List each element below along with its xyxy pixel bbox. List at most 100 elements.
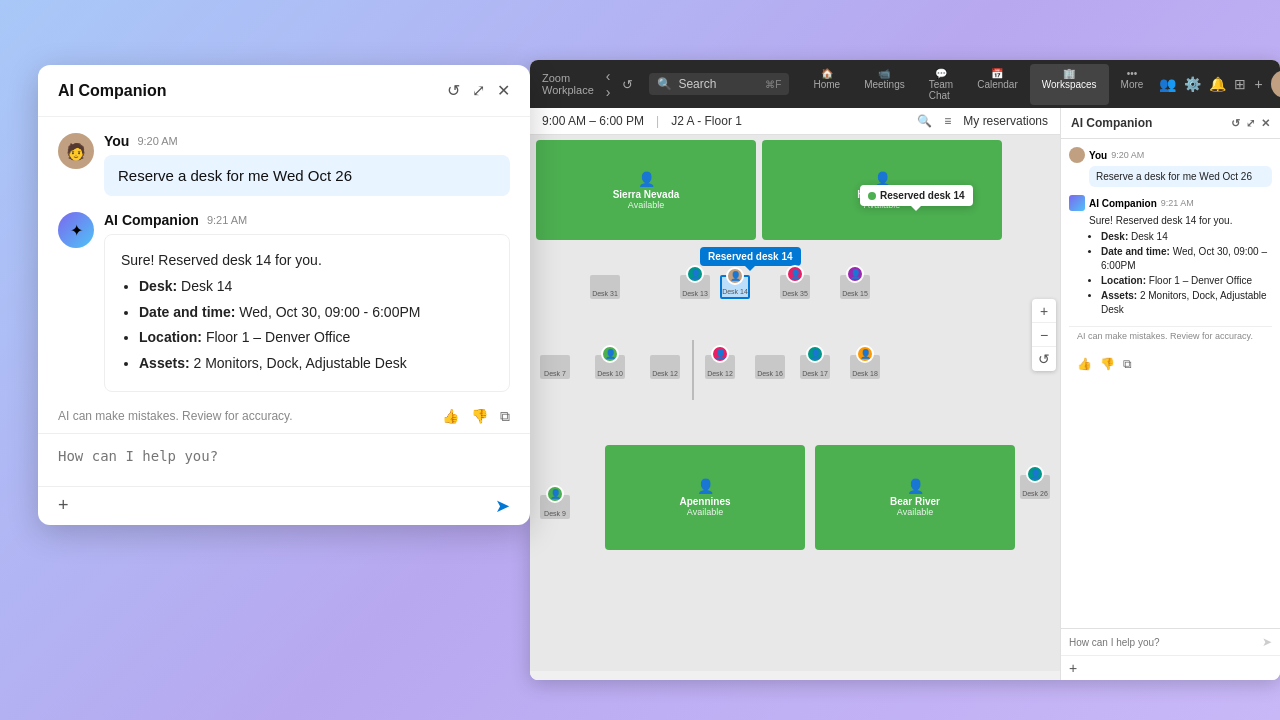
ai-message-row: ✦ AI Companion 9:21 AM Sure! Reserved de… — [58, 212, 510, 392]
desk-row-middle: Desk 7 👤 Desk 10 Desk 12 👤 — [530, 340, 1060, 410]
thumbup-icon[interactable]: 👍 — [442, 408, 459, 425]
user-avatar[interactable] — [1271, 70, 1280, 98]
desk-17[interactable]: 👤 Desk 17 — [800, 355, 830, 379]
user-sender-label: You — [104, 133, 129, 149]
ai-input-area — [38, 433, 530, 486]
mini-footer: + — [1061, 655, 1280, 680]
desk-col-left: 👤 Desk 9 — [530, 445, 600, 565]
send-icon-mini[interactable]: ➤ — [1262, 635, 1272, 649]
desk-16[interactable]: Desk 16 — [755, 355, 785, 379]
settings-icon[interactable]: ⚙️ — [1184, 76, 1201, 92]
detail-date: Date and time: Wed, Oct 30, 09:00 - 6:00… — [139, 301, 493, 323]
nav-meetings[interactable]: 📹 Meetings — [852, 64, 917, 105]
desk-18[interactable]: 👤 Desk 18 — [850, 355, 880, 379]
my-reservations-btn[interactable]: My reservations — [963, 114, 1048, 128]
send-button[interactable]: ➤ — [495, 495, 510, 517]
ai-avatar: ✦ — [58, 212, 94, 248]
expand-icon[interactable]: ⤢ — [472, 81, 485, 100]
desk-26[interactable]: 👤 Desk 26 — [1020, 475, 1050, 499]
desk-10[interactable]: 👤 Desk 10 — [595, 355, 625, 379]
ai-input-field[interactable] — [58, 448, 510, 472]
nav-home[interactable]: 🏠 Home — [801, 64, 852, 105]
bell-icon[interactable]: 🔔 — [1209, 76, 1226, 92]
room-sierra-nevada[interactable]: 👤 Sierra Nevada Available — [536, 140, 756, 240]
nav-workspaces[interactable]: 🏢 Workspaces — [1030, 64, 1109, 105]
home-icon: 🏠 — [821, 68, 833, 79]
ai-msg-time: 9:21 AM — [207, 214, 247, 226]
person-avatar-desk13: 👤 — [686, 265, 704, 283]
mini-ai-header-icons: ↺ ⤢ ✕ — [1231, 117, 1270, 130]
desk-13[interactable]: 👤 Desk 13 — [680, 275, 710, 299]
grid-icon[interactable]: ⊞ — [1234, 76, 1246, 92]
zoom-out-btn[interactable]: − — [1032, 323, 1056, 347]
add-attachment-btn[interactable]: + — [58, 495, 69, 516]
desk-14[interactable]: 👤 Desk 14 — [720, 275, 750, 299]
floor-map-header: 9:00 AM – 6:00 PM | J2 A - Floor 1 🔍 ≡ M… — [530, 108, 1060, 135]
mini-ai-title: AI Companion — [1071, 116, 1152, 130]
detail-location: Location: Floor 1 – Denver Office — [139, 326, 493, 348]
desk-9[interactable]: 👤 Desk 9 — [540, 495, 570, 519]
nav-teamchat[interactable]: 💬 Team Chat — [917, 64, 965, 105]
ai-panel-title: AI Companion — [58, 82, 166, 100]
desk-row-upper: Desk 31 👤 Desk 13 👤 Desk 14 Reserved de — [530, 255, 1060, 335]
room-bear-river[interactable]: 👤 Bear River Available — [815, 445, 1015, 550]
add-btn-mini[interactable]: + — [1069, 660, 1077, 676]
desk-12b[interactable]: 👤 Desk 12 — [705, 355, 735, 379]
nav-calendar[interactable]: 📅 Calendar — [965, 64, 1030, 105]
person-avatar-desk10: 👤 — [601, 345, 619, 363]
detail-assets: Assets: 2 Monitors, Dock, Adjustable Des… — [139, 352, 493, 374]
room-status-4: Available — [897, 507, 933, 517]
mini-ai-header: AI Companion ↺ ⤢ ✕ — [1061, 108, 1280, 139]
zoom-in-btn[interactable]: + — [1032, 299, 1056, 323]
desk-31[interactable]: Desk 31 — [590, 275, 620, 299]
expand-icon-mini[interactable]: ⤢ — [1246, 117, 1255, 130]
reset-btn[interactable]: ↺ — [1032, 347, 1056, 371]
person-avatar-desk26: 👤 — [1026, 465, 1044, 483]
mini-ai-msg: AI Companion 9:21 AM Sure! Reserved desk… — [1069, 195, 1272, 318]
room-status-3: Available — [687, 507, 723, 517]
mini-user-avatar — [1069, 147, 1085, 163]
desk-35[interactable]: 👤 Desk 35 — [780, 275, 810, 299]
mini-user-msg: You 9:20 AM Reserve a desk for me Wed Oc… — [1069, 147, 1272, 187]
copy-icon[interactable]: ⧉ — [500, 408, 510, 425]
room-status: Available — [628, 200, 664, 210]
nav-chevrons[interactable]: ‹ › — [602, 68, 615, 100]
room-apennines[interactable]: 👤 Apennines Available — [605, 445, 805, 550]
close-icon[interactable]: ✕ — [497, 81, 510, 100]
filter-icon[interactable]: ≡ — [944, 114, 951, 128]
ai-input-footer: + ➤ — [38, 486, 530, 525]
mini-ai-input[interactable] — [1069, 637, 1258, 648]
ai-icon-mini — [1069, 195, 1085, 211]
mini-user-bubble: Reserve a desk for me Wed Oct 26 — [1089, 166, 1272, 187]
mini-ai-panel: AI Companion ↺ ⤢ ✕ You 9:20 AM Reserve a… — [1060, 108, 1280, 680]
search-icon-map[interactable]: 🔍 — [917, 114, 932, 128]
reserved-dot — [868, 192, 876, 200]
user-avatar-main: 🧑 — [58, 133, 94, 169]
thumbdown-icon[interactable]: 👎 — [471, 408, 488, 425]
thumbs-down-icon[interactable]: 👎 — [1100, 357, 1115, 371]
thumbs-up-icon[interactable]: 👍 — [1077, 357, 1092, 371]
add-icon[interactable]: + — [1254, 76, 1262, 92]
desk-7[interactable]: Desk 7 — [540, 355, 570, 379]
date-range: 9:00 AM – 6:00 PM — [542, 114, 644, 128]
mini-reaction-icons: 👍 👎 ⧉ — [1069, 353, 1272, 375]
meetings-icon: 📹 — [878, 68, 890, 79]
close-icon-mini[interactable]: ✕ — [1261, 117, 1270, 130]
ai-msg-content: AI Companion 9:21 AM Sure! Reserved desk… — [104, 212, 510, 392]
refresh-icon[interactable]: ↺ — [618, 77, 637, 92]
search-label: Search — [678, 77, 716, 91]
floor-map-content: 👤 Sierra Nevada Available 👤 Himalayas Av… — [530, 135, 1060, 671]
nav-more[interactable]: ••• More — [1109, 64, 1156, 105]
reaction-icons: 👍 👎 ⧉ — [442, 408, 510, 425]
desk-15[interactable]: 👤 Desk 15 — [840, 275, 870, 299]
more-icon: ••• — [1127, 68, 1138, 79]
desk-12[interactable]: Desk 12 — [650, 355, 680, 379]
search-icon: 🔍 — [657, 77, 672, 91]
copy-icon[interactable]: ⧉ — [1123, 357, 1132, 371]
search-bar[interactable]: 🔍 Search ⌘F — [649, 73, 789, 95]
history-icon-mini[interactable]: ↺ — [1231, 117, 1240, 130]
history-icon[interactable]: ↺ — [447, 81, 460, 100]
mini-ai-msg-header: AI Companion 9:21 AM — [1069, 195, 1272, 211]
people-icon[interactable]: 👥 — [1159, 76, 1176, 92]
person-avatar-desk17: 👤 — [806, 345, 824, 363]
